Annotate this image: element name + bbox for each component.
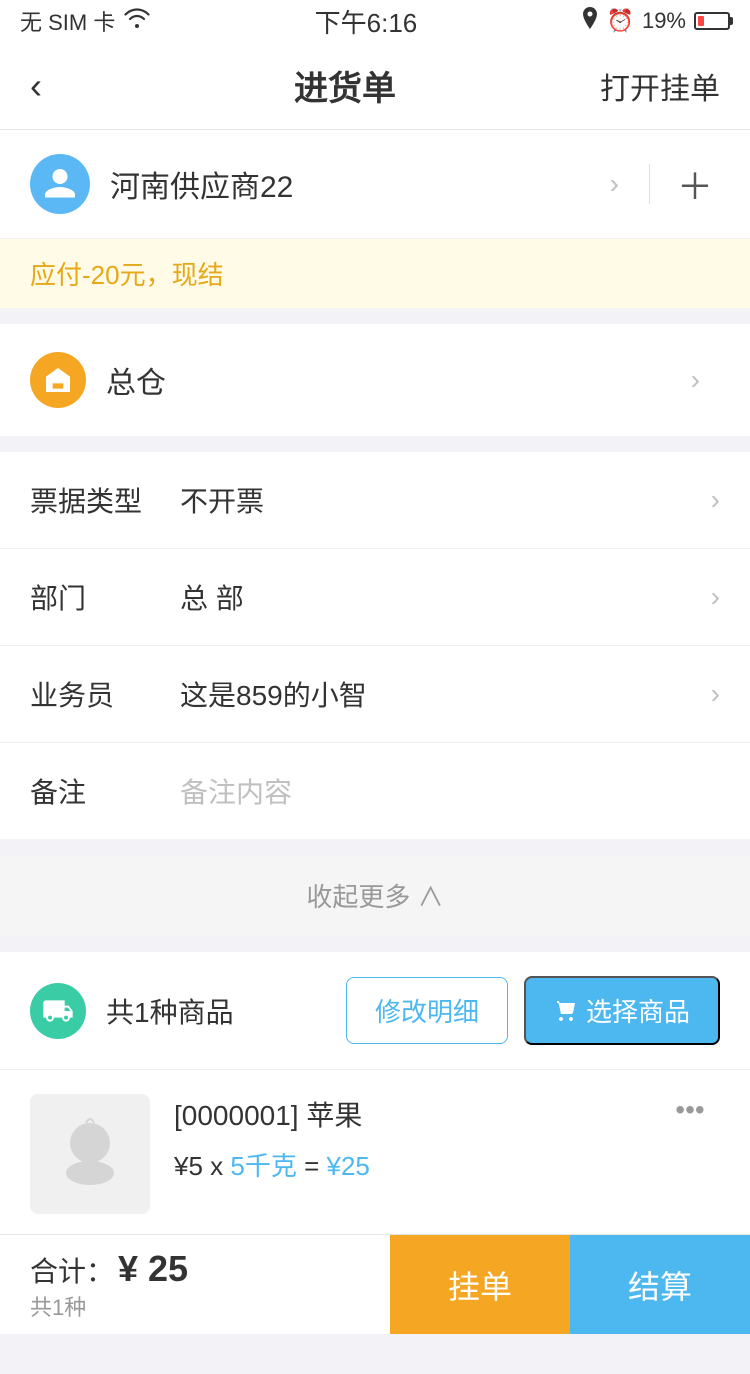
battery-icon — [694, 12, 730, 30]
alarm-icon: ⏰ — [607, 8, 634, 34]
product-section: 共1种商品 修改明细 选择商品 [0000001] 苹果 ¥5 — [0, 952, 750, 1238]
add-supplier-button[interactable]: ＋ — [670, 159, 720, 209]
select-product-label: 选择商品 — [586, 992, 690, 1029]
product-count-icon — [30, 983, 86, 1039]
status-bar: 无 SIM 卡 下午6:16 ⏰ 19% — [0, 0, 750, 42]
warehouse-name: 总仓 — [106, 358, 691, 402]
warehouse-row[interactable]: 总仓 › — [0, 324, 750, 436]
pending-button[interactable]: 挂单 — [390, 1235, 570, 1334]
form-section: 票据类型 不开票 › 部门 总 部 › 业务员 这是859的小智 › 备注 备注… — [0, 452, 750, 839]
product-thumbnail — [30, 1094, 150, 1214]
back-button[interactable]: ‹ — [30, 65, 90, 107]
remark-row[interactable]: 备注 备注内容 — [0, 743, 750, 839]
status-time: 下午6:16 — [315, 3, 418, 40]
cart-icon — [554, 999, 578, 1023]
collapse-bar[interactable]: 收起更多 ∧ — [0, 855, 750, 936]
supplier-avatar — [30, 154, 90, 214]
product-name: [0000001] 苹果 — [174, 1094, 660, 1134]
edit-detail-button[interactable]: 修改明细 — [346, 977, 508, 1044]
status-right: ⏰ 19% — [581, 7, 730, 35]
warehouse-section: 总仓 › — [0, 324, 750, 436]
total-section: 合计： ¥ 25 共1种 — [0, 1235, 390, 1334]
product-info: [0000001] 苹果 ¥5 x 5千克 = ¥25 — [174, 1094, 660, 1183]
location-icon — [581, 7, 599, 35]
department-value: 总 部 — [150, 577, 711, 617]
product-count-text: 共1种商品 — [106, 991, 346, 1031]
product-price: ¥5 x 5千克 = ¥25 — [174, 1146, 660, 1183]
wifi-icon — [123, 8, 151, 34]
nav-bar: ‹ 进货单 打开挂单 — [0, 42, 750, 130]
department-label: 部门 — [30, 577, 150, 617]
salesman-value: 这是859的小智 — [150, 674, 711, 714]
supplier-name: 河南供应商22 — [110, 162, 610, 206]
supplier-chevron-icon: › — [610, 168, 619, 200]
status-left: 无 SIM 卡 — [20, 5, 151, 37]
select-product-button[interactable]: 选择商品 — [524, 976, 720, 1045]
divider — [649, 164, 650, 204]
open-pending-button[interactable]: 打开挂单 — [600, 64, 720, 108]
warehouse-chevron-icon: › — [691, 364, 700, 396]
settle-button[interactable]: 结算 — [570, 1235, 750, 1334]
ticket-type-value: 不开票 — [150, 480, 711, 520]
warehouse-icon — [30, 352, 86, 408]
ticket-type-row[interactable]: 票据类型 不开票 › — [0, 452, 750, 549]
ticket-type-chevron-icon: › — [711, 484, 720, 516]
product-item: [0000001] 苹果 ¥5 x 5千克 = ¥25 ••• — [0, 1070, 750, 1238]
ticket-type-label: 票据类型 — [30, 480, 150, 520]
department-chevron-icon: › — [711, 581, 720, 613]
salesman-row[interactable]: 业务员 这是859的小智 › — [0, 646, 750, 743]
department-row[interactable]: 部门 总 部 › — [0, 549, 750, 646]
supplier-notice: 应付-20元，现结 — [0, 239, 750, 308]
bottom-bar: 合计： ¥ 25 共1种 挂单 结算 — [0, 1234, 750, 1334]
product-header: 共1种商品 修改明细 选择商品 — [0, 952, 750, 1070]
battery-text: 19% — [642, 8, 686, 34]
remark-label: 备注 — [30, 771, 150, 811]
supplier-row[interactable]: 河南供应商22 › ＋ — [0, 130, 750, 239]
total-label: 合计： — [30, 1250, 114, 1290]
salesman-chevron-icon: › — [711, 678, 720, 710]
total-count: 共1种 — [30, 1290, 360, 1322]
supplier-section: 河南供应商22 › ＋ 应付-20元，现结 — [0, 130, 750, 308]
sim-status: 无 SIM 卡 — [20, 5, 115, 37]
salesman-label: 业务员 — [30, 674, 150, 714]
remark-input[interactable]: 备注内容 — [150, 771, 720, 811]
page-title: 进货单 — [294, 61, 396, 110]
total-amount: ¥ 25 — [118, 1248, 188, 1290]
product-more-button[interactable]: ••• — [660, 1094, 720, 1126]
